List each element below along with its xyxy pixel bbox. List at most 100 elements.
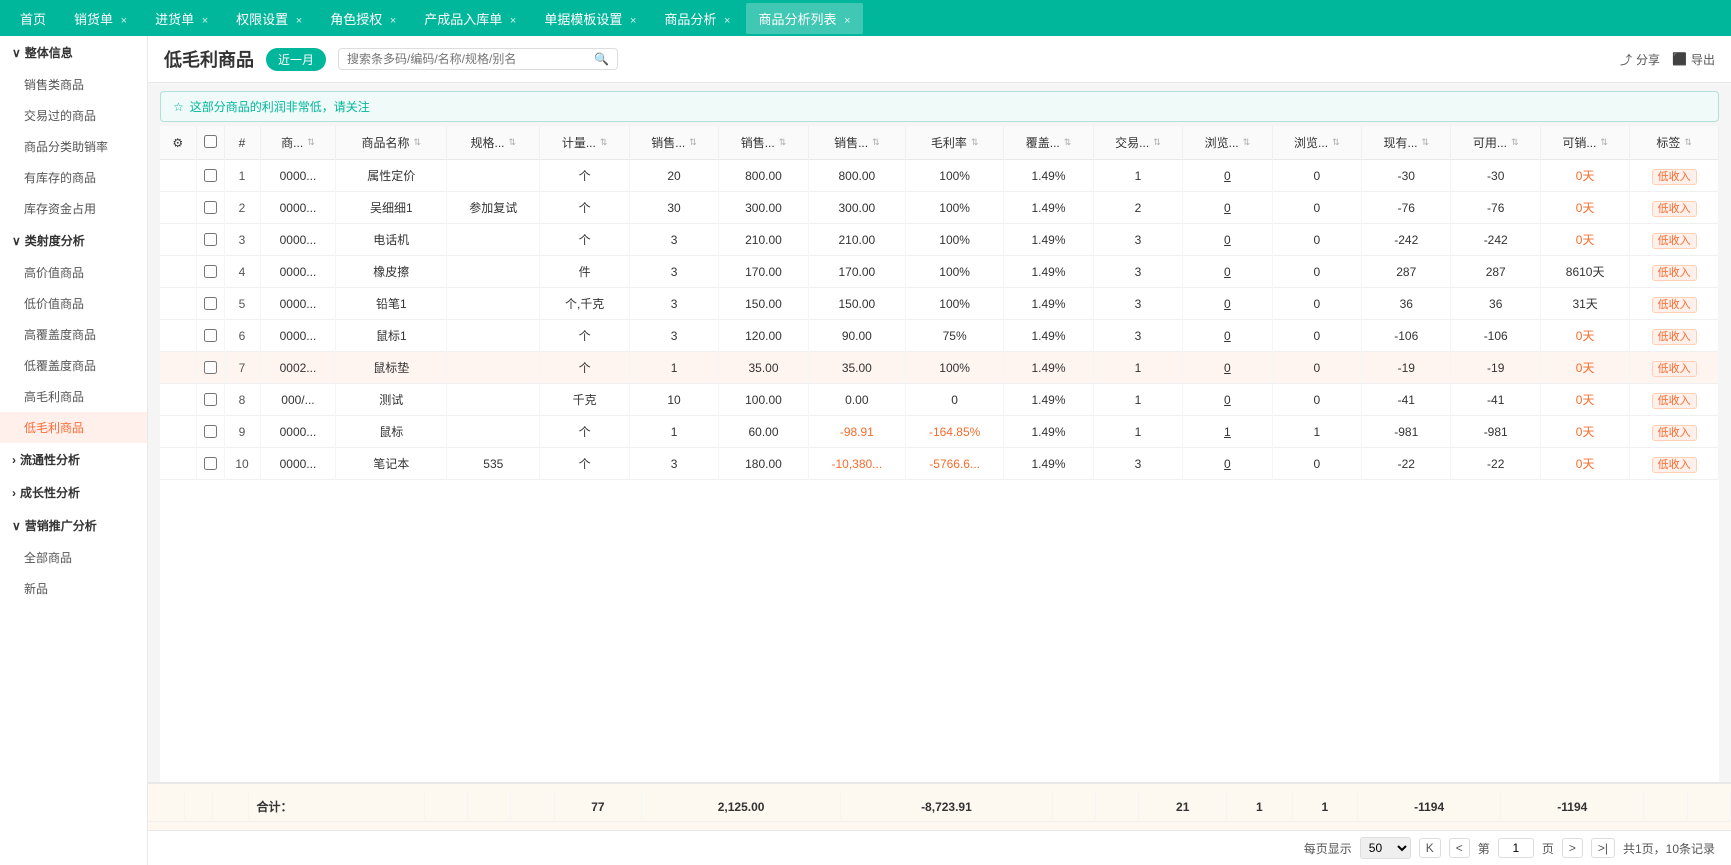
period-button[interactable]: 近一月 [266,48,326,71]
first-page-btn[interactable]: K [1419,838,1441,858]
search-icon[interactable]: 🔍 [594,52,609,66]
row-unit: 件 [540,256,629,288]
nav-product-analysis[interactable]: 商品分析 × [652,3,742,34]
row-unit: 个 [540,416,629,448]
th-coverage[interactable]: 覆盖...⇅ [1004,126,1093,160]
nav-purchase-close[interactable]: × [202,15,208,27]
row-checkbox[interactable] [204,393,217,406]
table-row: 3 0000... 电话机 个 3 210.00 210.00 100% 1.4… [160,224,1719,256]
sidebar-group-circulation[interactable]: › 流通性分析 [0,443,147,476]
row-checkbox[interactable] [204,233,217,246]
page-number-input[interactable] [1498,838,1534,858]
row-name: 橡皮擦 [336,256,447,288]
nav-permissions[interactable]: 权限设置 × [224,3,314,34]
prev-page-btn[interactable]: < [1449,838,1470,858]
row-checkbox[interactable] [204,201,217,214]
th-views2[interactable]: 浏览...⇅ [1272,126,1361,160]
sidebar-item-traded-products[interactable]: 交易过的商品 [0,100,147,131]
sidebar-item-capital[interactable]: 库存资金占用 [0,193,147,224]
nav-purchase[interactable]: 进货单 × [143,3,220,34]
footer-current-stock: -1194 [1358,792,1501,822]
sidebar-item-new-products[interactable]: 新品 [0,573,147,604]
nav-permissions-close[interactable]: × [296,15,302,27]
nav-template-close[interactable]: × [630,15,636,27]
row-checkbox[interactable] [204,265,217,278]
th-tag[interactable]: 标签⇅ [1630,126,1719,160]
sidebar-item-high-value[interactable]: 高价值商品 [0,257,147,288]
nav-product-analysis-list-close[interactable]: × [844,15,850,27]
sidebar-group-overall[interactable]: ∨ 整体信息 [0,36,147,69]
nav-product-analysis-list[interactable]: 商品分析列表 × [746,3,862,34]
nav-template[interactable]: 单据模板设置 × [532,3,648,34]
settings-icon[interactable]: ⚙ [172,136,183,150]
sidebar-group-growth[interactable]: › 成长性分析 [0,476,147,509]
nav-roles-close[interactable]: × [390,15,396,27]
share-button[interactable]: ⤴ 分享 [1620,51,1660,68]
row-checkbox[interactable] [204,425,217,438]
content-header: 低毛利商品 近一月 🔍 ⤴ 分享 ⬛ 导出 [148,36,1731,83]
row-spec [447,384,540,416]
row-checkbox[interactable] [204,169,217,182]
th-sales-qty[interactable]: 销售...⇅ [629,126,718,160]
row-gross-margin: 100% [905,160,1003,192]
export-button[interactable]: ⬛ 导出 [1672,51,1715,68]
th-product-code[interactable]: 商...⇅ [260,126,336,160]
next-page-btn[interactable]: > [1562,838,1583,858]
nav-product-entry[interactable]: 产成品入库单 × [412,3,528,34]
row-number: 8 [224,384,260,416]
nav-home[interactable]: 首页 [8,3,58,34]
row-trade-count: 2 [1093,192,1182,224]
row-checkbox[interactable] [204,329,217,342]
nav-sales-close[interactable]: × [121,15,127,27]
th-trade-count[interactable]: 交易...⇅ [1093,126,1182,160]
th-sales-profit[interactable]: 销售...⇅ [808,126,905,160]
select-all-checkbox[interactable] [204,135,217,148]
nav-roles[interactable]: 角色授权 × [318,3,408,34]
sidebar-group-value-analysis[interactable]: ∨ 类射度分析 [0,224,147,257]
row-name: 铅笔1 [336,288,447,320]
th-views1[interactable]: 浏览...⇅ [1183,126,1272,160]
sidebar-group-marketing[interactable]: ∨ 营销推广分析 [0,509,147,542]
th-gross-margin[interactable]: 毛利率⇅ [905,126,1003,160]
row-settings-cell [160,320,196,352]
notice-text: 这部分商品的利润非常低，请关注 [190,98,370,115]
th-sellable-days[interactable]: 可销...⇅ [1540,126,1629,160]
sidebar-item-sales-products[interactable]: 销售类商品 [0,69,147,100]
row-unit: 个 [540,192,629,224]
per-page-select[interactable]: 50 20 100 [1360,837,1411,859]
row-trade-count: 1 [1093,384,1182,416]
row-checkbox[interactable] [204,361,217,374]
row-checkbox[interactable] [204,297,217,310]
main-layout: ∨ 整体信息 销售类商品 交易过的商品 商品分类助销率 有库存的商品 库存资金占… [0,36,1731,865]
nav-sales[interactable]: 销货单 × [62,3,139,34]
sidebar-item-all-products[interactable]: 全部商品 [0,542,147,573]
th-available-stock[interactable]: 可用...⇅ [1451,126,1540,160]
th-spec[interactable]: 规格...⇅ [447,126,540,160]
th-product-name[interactable]: 商品名称⇅ [336,126,447,160]
row-sales-qty: 1 [629,416,718,448]
last-page-btn[interactable]: >| [1591,838,1615,858]
sidebar-item-low-value[interactable]: 低价值商品 [0,288,147,319]
row-checkbox[interactable] [204,457,217,470]
row-settings-cell [160,160,196,192]
row-available-stock: -22 [1451,448,1540,480]
th-unit[interactable]: 计量...⇅ [540,126,629,160]
sidebar-item-high-coverage[interactable]: 高覆盖度商品 [0,319,147,350]
row-tag: 低收入 [1630,160,1719,192]
row-tag: 低收入 [1630,288,1719,320]
sidebar-item-in-stock[interactable]: 有库存的商品 [0,162,147,193]
row-name: 属性定价 [336,160,447,192]
th-current-stock[interactable]: 现有...⇅ [1362,126,1451,160]
row-sales-amount: 150.00 [719,288,808,320]
row-name: 鼠标垫 [336,352,447,384]
nav-product-entry-close[interactable]: × [510,15,516,27]
sidebar-item-low-coverage[interactable]: 低覆盖度商品 [0,350,147,381]
sidebar-item-category-rate[interactable]: 商品分类助销率 [0,131,147,162]
row-views1: 0 [1183,256,1272,288]
sidebar-item-low-margin[interactable]: 低毛利商品 [0,412,147,443]
th-sales-amount[interactable]: 销售...⇅ [719,126,808,160]
row-sales-amount: 60.00 [719,416,808,448]
nav-product-analysis-close[interactable]: × [724,15,730,27]
search-input[interactable] [347,52,594,66]
sidebar-item-high-margin[interactable]: 高毛利商品 [0,381,147,412]
